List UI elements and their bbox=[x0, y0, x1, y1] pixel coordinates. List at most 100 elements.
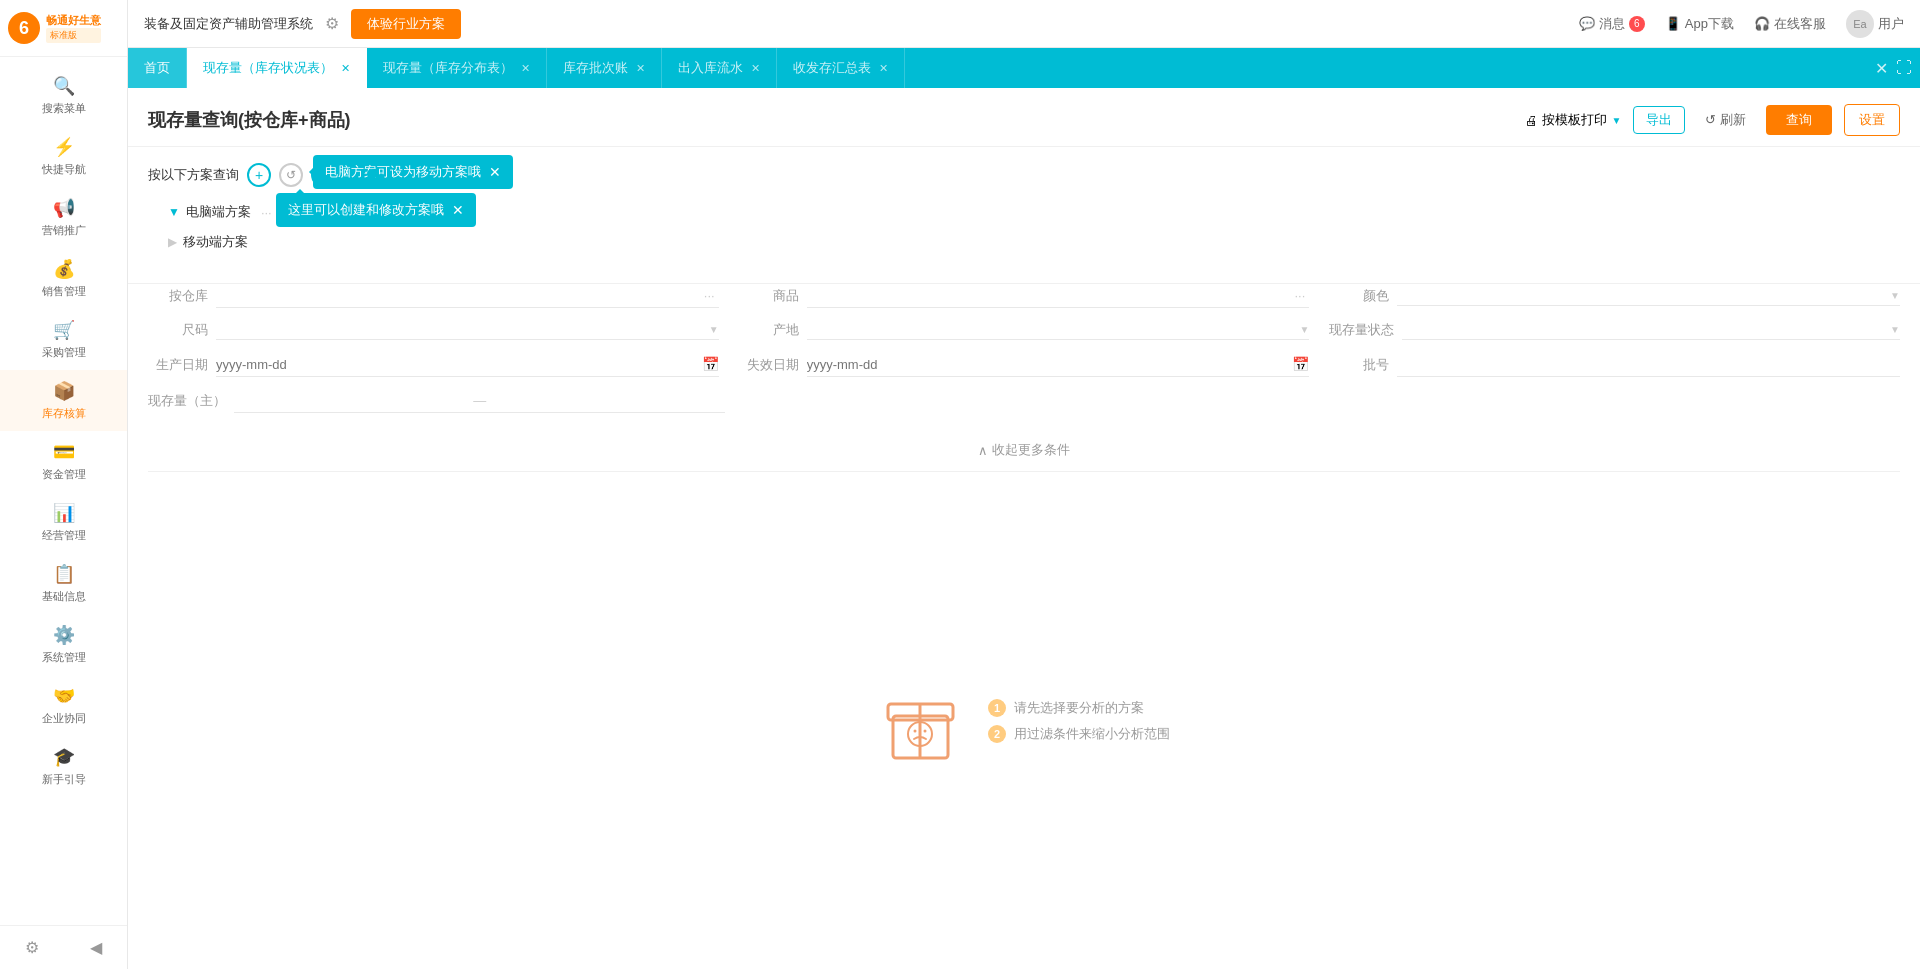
filter-field-warehouse: 按仓库 ··· bbox=[148, 284, 719, 308]
edit-tooltip-close[interactable]: ✕ bbox=[452, 202, 464, 218]
prod-date-input-wrap: 📅 bbox=[216, 352, 719, 377]
size-label: 尺码 bbox=[148, 321, 208, 339]
tab-close-all-icon[interactable]: ✕ bbox=[1875, 59, 1888, 78]
svg-point-4 bbox=[914, 729, 917, 732]
reset-button[interactable]: 设置 bbox=[1844, 104, 1900, 136]
tab-close-stock-status[interactable]: ✕ bbox=[341, 62, 350, 75]
sidebar-item-sales[interactable]: 💰 销售管理 bbox=[0, 248, 127, 309]
cart-icon: 🛒 bbox=[53, 319, 75, 341]
color-dropdown[interactable]: ▼ bbox=[1397, 286, 1900, 306]
sidebar-footer: ⚙ ◀ bbox=[0, 925, 127, 969]
stock-qty-max-input[interactable] bbox=[494, 389, 725, 412]
step-1-number: 1 bbox=[988, 699, 1006, 717]
page-title: 现存量查询(按仓库+商品) bbox=[148, 108, 351, 132]
online-support-button[interactable]: 🎧 在线客服 bbox=[1754, 15, 1826, 33]
tab-close-in-out-flow[interactable]: ✕ bbox=[751, 62, 760, 75]
refresh-button[interactable]: ↺ 刷新 bbox=[1697, 107, 1754, 133]
search-button[interactable]: 查询 bbox=[1766, 105, 1832, 135]
app-download-button[interactable]: 📱 App下载 bbox=[1665, 15, 1734, 33]
warehouse-more-icon[interactable]: ··· bbox=[700, 288, 719, 303]
megaphone-icon: 📢 bbox=[53, 197, 75, 219]
filter-row-2: 尺码 ▼ 产地 ▼ bbox=[148, 320, 1900, 340]
tab-batch-ledger[interactable]: 库存批次账 ✕ bbox=[547, 48, 662, 88]
logo-text: 畅通好生意 标准版 bbox=[46, 13, 101, 43]
sidebar-item-search[interactable]: 🔍 搜索菜单 bbox=[0, 65, 127, 126]
stock-status-dropdown[interactable]: ▼ bbox=[1402, 320, 1900, 340]
tab-fullscreen-icon[interactable]: ⛶ bbox=[1896, 59, 1912, 77]
more-options-icon[interactable]: ··· bbox=[261, 205, 272, 220]
sidebar-item-quicknav[interactable]: ⚡ 快捷导航 bbox=[0, 126, 127, 187]
tab-stock-status[interactable]: 现存量（库存状况表） ✕ bbox=[187, 48, 367, 88]
tab-in-out-flow[interactable]: 出入库流水 ✕ bbox=[662, 48, 777, 88]
expire-date-input[interactable] bbox=[807, 357, 1293, 372]
clipboard-icon: 📋 bbox=[53, 563, 75, 585]
sidebar-item-inventory[interactable]: 📦 库存核算 bbox=[0, 370, 127, 431]
tab-close-stock-dist[interactable]: ✕ bbox=[521, 62, 530, 75]
filter-field-stock-qty: 现存量（主） — bbox=[148, 389, 725, 413]
batch-no-input[interactable] bbox=[1397, 353, 1900, 377]
notifications-button[interactable]: 💬 消息 6 bbox=[1579, 15, 1645, 33]
arrow-down-icon: ▼ bbox=[168, 205, 180, 219]
header-left: 装备及固定资产辅助管理系统 ⚙ 体验行业方案 bbox=[144, 9, 461, 39]
sidebar-item-system[interactable]: ⚙️ 系统管理 bbox=[0, 614, 127, 675]
filter-field-prod-date: 生产日期 📅 bbox=[148, 352, 719, 377]
chart-icon: 📊 bbox=[53, 502, 75, 524]
handshake-icon: 🤝 bbox=[53, 685, 75, 707]
stock-qty-min-input[interactable] bbox=[234, 389, 465, 412]
tab-receive-summary[interactable]: 收发存汇总表 ✕ bbox=[777, 48, 905, 88]
schema-tooltip: 电脑方案可设为移动方案哦 ✕ bbox=[313, 155, 513, 189]
collapse-filter-button[interactable]: ∧ 收起更多条件 bbox=[978, 441, 1070, 459]
calendar-icon-prod[interactable]: 📅 bbox=[702, 356, 719, 372]
calendar-icon-expire[interactable]: 📅 bbox=[1292, 356, 1309, 372]
arrow-right-icon: ▶ bbox=[168, 235, 177, 249]
color-label: 颜色 bbox=[1329, 287, 1389, 305]
tab-close-receive-summary[interactable]: ✕ bbox=[879, 62, 888, 75]
filter-field-batch-no: 批号 bbox=[1329, 352, 1900, 377]
expire-date-input-wrap: 📅 bbox=[807, 352, 1310, 377]
page-header: 现存量查询(按仓库+商品) 🖨 按模板打印 ▼ 导出 ↺ 刷新 查询 设置 bbox=[128, 88, 1920, 147]
phone-icon: 📱 bbox=[1665, 16, 1681, 31]
header-settings-icon[interactable]: ⚙ bbox=[325, 14, 339, 33]
filter-area: 电脑方案可设为移动方案哦 ✕ 这里可以创建和修改方案哦 ✕ 按以下方案查询 + … bbox=[128, 147, 1920, 284]
prod-date-input[interactable] bbox=[216, 357, 702, 372]
size-dropdown-arrow: ▼ bbox=[709, 324, 719, 335]
goods-more-icon[interactable]: ··· bbox=[1290, 288, 1309, 303]
scheme-group-mobile-header[interactable]: ▶ 移动端方案 bbox=[168, 229, 1880, 255]
sidebar-item-basic[interactable]: 📋 基础信息 bbox=[0, 553, 127, 614]
tab-close-batch-ledger[interactable]: ✕ bbox=[636, 62, 645, 75]
tab-home[interactable]: 首页 bbox=[128, 48, 187, 88]
industry-plan-button[interactable]: 体验行业方案 bbox=[351, 9, 461, 39]
sidebar-item-enterprise[interactable]: 🤝 企业协同 bbox=[0, 675, 127, 736]
add-scheme-button[interactable]: + bbox=[247, 163, 271, 187]
refresh-icon: ↺ bbox=[1705, 112, 1716, 127]
settings-footer-button[interactable]: ⚙ bbox=[25, 938, 39, 957]
empty-text: 1 请先选择要分析的方案 2 用过滤条件来缩小分析范围 bbox=[988, 699, 1170, 743]
sidebar-item-operations[interactable]: 📊 经营管理 bbox=[0, 492, 127, 553]
goods-dropdown[interactable]: ··· bbox=[807, 284, 1310, 308]
notification-count: 6 bbox=[1629, 16, 1645, 32]
step-2-number: 2 bbox=[988, 725, 1006, 743]
sidebar-item-marketing[interactable]: 📢 营销推广 bbox=[0, 187, 127, 248]
graduate-icon: 🎓 bbox=[53, 746, 75, 768]
user-profile-button[interactable]: Ea 用户 bbox=[1846, 10, 1904, 38]
search-icon: 🔍 bbox=[53, 75, 75, 97]
schema-tooltip-close[interactable]: ✕ bbox=[489, 164, 501, 180]
export-button[interactable]: 导出 bbox=[1633, 106, 1685, 134]
sidebar-item-purchase[interactable]: 🛒 采购管理 bbox=[0, 309, 127, 370]
sidebar-item-finance[interactable]: 💳 资金管理 bbox=[0, 431, 127, 492]
sidebar-nav: 🔍 搜索菜单 ⚡ 快捷导航 📢 营销推广 💰 销售管理 🛒 采购管理 📦 库存核… bbox=[0, 57, 127, 925]
print-template-dropdown[interactable]: 🖨 按模板打印 ▼ bbox=[1525, 111, 1621, 129]
collapse-sidebar-button[interactable]: ◀ bbox=[90, 938, 102, 957]
range-separator: — bbox=[473, 393, 486, 408]
refresh-scheme-button[interactable]: ↺ bbox=[279, 163, 303, 187]
print-dropdown-arrow: ▼ bbox=[1611, 115, 1621, 126]
finance-icon: 💳 bbox=[53, 441, 75, 463]
app-logo: 6 畅通好生意 标准版 bbox=[0, 0, 127, 57]
filter-row-3: 生产日期 📅 失效日期 📅 批号 bbox=[148, 352, 1900, 377]
warehouse-dropdown[interactable]: ··· bbox=[216, 284, 719, 308]
origin-dropdown[interactable]: ▼ bbox=[807, 320, 1310, 340]
sidebar-item-guide[interactable]: 🎓 新手引导 bbox=[0, 736, 127, 797]
filter-field-origin: 产地 ▼ bbox=[739, 320, 1310, 340]
tab-stock-dist[interactable]: 现存量（库存分布表） ✕ bbox=[367, 48, 547, 88]
size-dropdown[interactable]: ▼ bbox=[216, 320, 719, 340]
